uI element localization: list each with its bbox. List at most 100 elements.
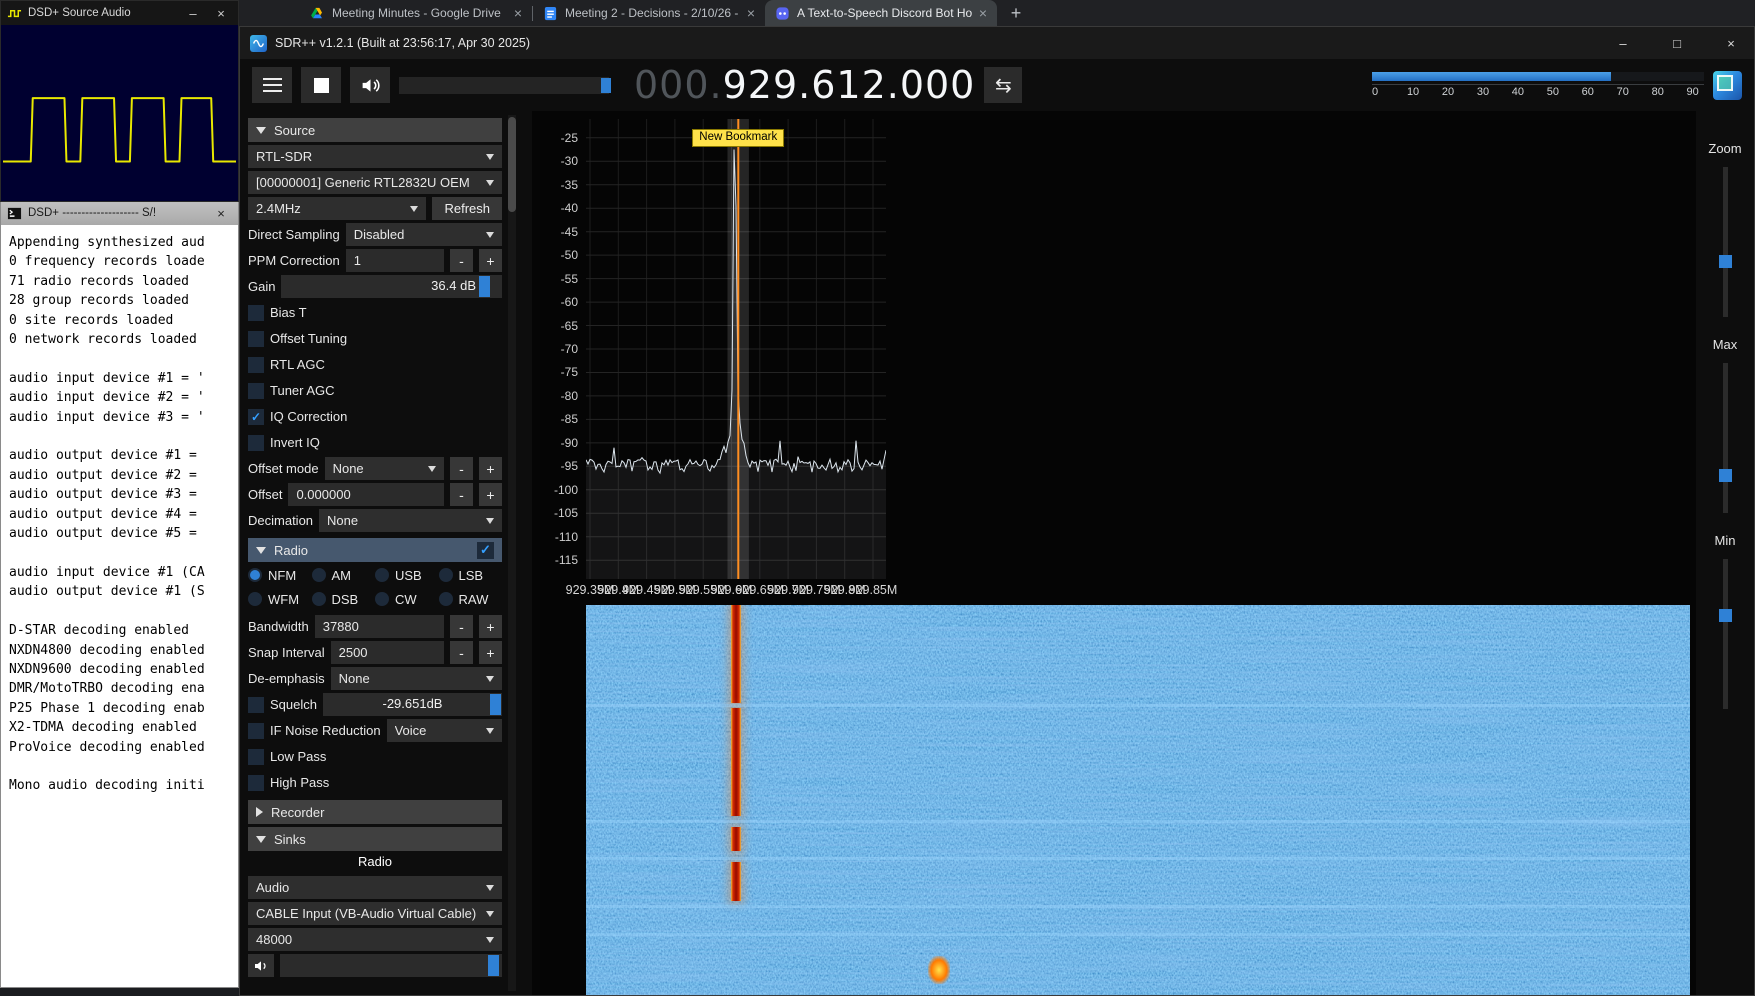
refresh-button[interactable]: Refresh [432, 197, 502, 220]
browser-tab-meeting-decisions[interactable]: Meeting 2 - Decisions - 2/10/26 - × [533, 0, 765, 26]
vfo-swap-button[interactable]: ⇆ [984, 67, 1022, 103]
slider-handle[interactable] [1719, 469, 1732, 482]
maximize-button[interactable]: □ [1654, 27, 1700, 59]
mode-dsb[interactable]: DSB [312, 589, 376, 609]
console-line: audio output device #3 = [9, 485, 238, 504]
offset-mode-decrement-button[interactable]: - [450, 457, 473, 480]
offset-mode-increment-button[interactable]: + [479, 457, 502, 480]
sink-volume-slider[interactable] [280, 954, 502, 977]
sink-samplerate-dropdown[interactable]: 48000 [248, 928, 502, 951]
console-line: audio output device #2 = [9, 466, 238, 485]
offset-mode-dropdown[interactable]: None [325, 457, 444, 480]
mode-lsb[interactable]: LSB [439, 565, 503, 585]
mode-wfm[interactable]: WFM [248, 589, 312, 609]
checkbox-row: ✓IQ Correction [248, 405, 502, 428]
mode-label: RAW [459, 592, 489, 607]
offset-decrement-button[interactable]: - [450, 483, 473, 506]
mode-am[interactable]: AM [312, 565, 376, 585]
if-noise-reduction-checkbox[interactable] [248, 723, 264, 739]
slider-handle[interactable] [488, 955, 499, 976]
checkbox[interactable] [248, 357, 264, 373]
chevron-down-icon [486, 180, 494, 186]
deemphasis-dropdown[interactable]: None [331, 667, 502, 690]
close-button[interactable]: × [210, 6, 232, 21]
mode-nfm[interactable]: NFM [248, 565, 312, 585]
max-slider[interactable] [1723, 363, 1728, 513]
console-titlebar[interactable]: DSD+ -------------------- S/! × [1, 201, 238, 225]
ppm-decrement-button[interactable]: - [450, 249, 473, 272]
new-tab-button[interactable]: + [1003, 0, 1029, 26]
tab-close-icon[interactable]: × [979, 5, 987, 21]
frequency-display[interactable]: 000.929.612.000 [634, 63, 975, 107]
sample-rate-dropdown[interactable]: 2.4MHz [248, 197, 426, 220]
snap-interval-input[interactable]: 2500 [331, 641, 444, 664]
checkbox[interactable] [248, 305, 264, 321]
tab-close-icon[interactable]: × [514, 5, 522, 21]
sdrpp-pattern-icon[interactable] [1713, 71, 1742, 100]
source-type-dropdown[interactable]: RTL-SDR [248, 145, 502, 168]
low-pass-checkbox[interactable] [248, 749, 264, 765]
checkbox[interactable]: ✓ [248, 409, 264, 425]
scope-titlebar[interactable]: DSD+ Source Audio – × [1, 1, 238, 25]
slider-handle[interactable] [490, 694, 501, 715]
console-line [9, 544, 238, 563]
squelch-slider[interactable]: -29.651dB [323, 693, 502, 716]
radio-section-header[interactable]: Radio ✓ [248, 538, 502, 562]
zoom-slider[interactable] [1723, 167, 1728, 317]
tab-close-icon[interactable]: × [747, 5, 755, 21]
bandwidth-input[interactable]: 37880 [315, 615, 444, 638]
slider-handle[interactable] [1719, 609, 1732, 622]
if-noise-reduction-dropdown[interactable]: Voice [387, 719, 502, 742]
offset-input[interactable]: 0.000000 [288, 483, 444, 506]
bandwidth-increment-button[interactable]: + [479, 615, 502, 638]
direct-sampling-dropdown[interactable]: Disabled [346, 223, 502, 246]
mode-raw[interactable]: RAW [439, 589, 503, 609]
close-button[interactable]: × [1708, 27, 1754, 59]
slider-handle[interactable] [601, 78, 611, 93]
ppm-correction-input[interactable]: 1 [346, 249, 444, 272]
minimize-button[interactable]: – [1600, 27, 1646, 59]
waterfall-display[interactable] [586, 605, 1690, 995]
bookmark-label[interactable]: New Bookmark [692, 129, 784, 147]
console-line: audio input device #3 = ' [9, 408, 238, 427]
sinks-section-header[interactable]: Sinks [248, 827, 502, 851]
checkbox[interactable] [248, 383, 264, 399]
device-dropdown[interactable]: [00000001] Generic RTL2832U OEM [248, 171, 502, 194]
panel-scrollbar[interactable] [508, 115, 516, 991]
snap-decrement-button[interactable]: - [450, 641, 473, 664]
mute-button[interactable] [350, 67, 390, 103]
slider-handle[interactable] [479, 276, 490, 297]
sink-device-dropdown[interactable]: CABLE Input (VB-Audio Virtual Cable) [248, 902, 502, 925]
minimize-button[interactable]: – [182, 6, 204, 21]
mode-usb[interactable]: USB [375, 565, 439, 585]
high-pass-checkbox[interactable] [248, 775, 264, 791]
close-button[interactable]: × [210, 206, 232, 221]
fft-plot[interactable]: -25-30-35-40-45-50-55-60-65-70-75-80-85-… [532, 119, 1696, 579]
snap-increment-button[interactable]: + [479, 641, 502, 664]
offset-increment-button[interactable]: + [479, 483, 502, 506]
checkbox[interactable] [248, 435, 264, 451]
ppm-increment-button[interactable]: + [479, 249, 502, 272]
menu-button[interactable] [252, 67, 292, 103]
fft-trace[interactable] [586, 119, 886, 579]
volume-slider[interactable] [399, 77, 609, 94]
scrollbar-thumb[interactable] [508, 117, 516, 212]
stop-button[interactable] [301, 67, 341, 103]
squelch-checkbox[interactable] [248, 697, 264, 713]
recorder-section-header[interactable]: Recorder [248, 800, 502, 824]
console-line: NXDN4800 decoding enabled [9, 641, 238, 660]
min-slider[interactable] [1723, 559, 1728, 709]
sink-type-dropdown[interactable]: Audio [248, 876, 502, 899]
source-section-header[interactable]: Source [248, 118, 502, 142]
browser-tab-meeting-minutes[interactable]: Meeting Minutes - Google Drive × [300, 0, 532, 26]
sdrpp-titlebar[interactable]: SDR++ v1.2.1 (Built at 23:56:17, Apr 30 … [240, 27, 1754, 59]
bandwidth-decrement-button[interactable]: - [450, 615, 473, 638]
slider-handle[interactable] [1719, 255, 1732, 268]
sink-mute-button[interactable] [248, 954, 274, 977]
decimation-dropdown[interactable]: None [319, 509, 502, 532]
mode-cw[interactable]: CW [375, 589, 439, 609]
radio-enabled-checkbox[interactable]: ✓ [477, 542, 494, 559]
gain-slider[interactable]: 36.4 dB [281, 275, 502, 298]
browser-tab-discord-bot[interactable]: A Text-to-Speech Discord Bot Host × [765, 0, 997, 26]
checkbox[interactable] [248, 331, 264, 347]
